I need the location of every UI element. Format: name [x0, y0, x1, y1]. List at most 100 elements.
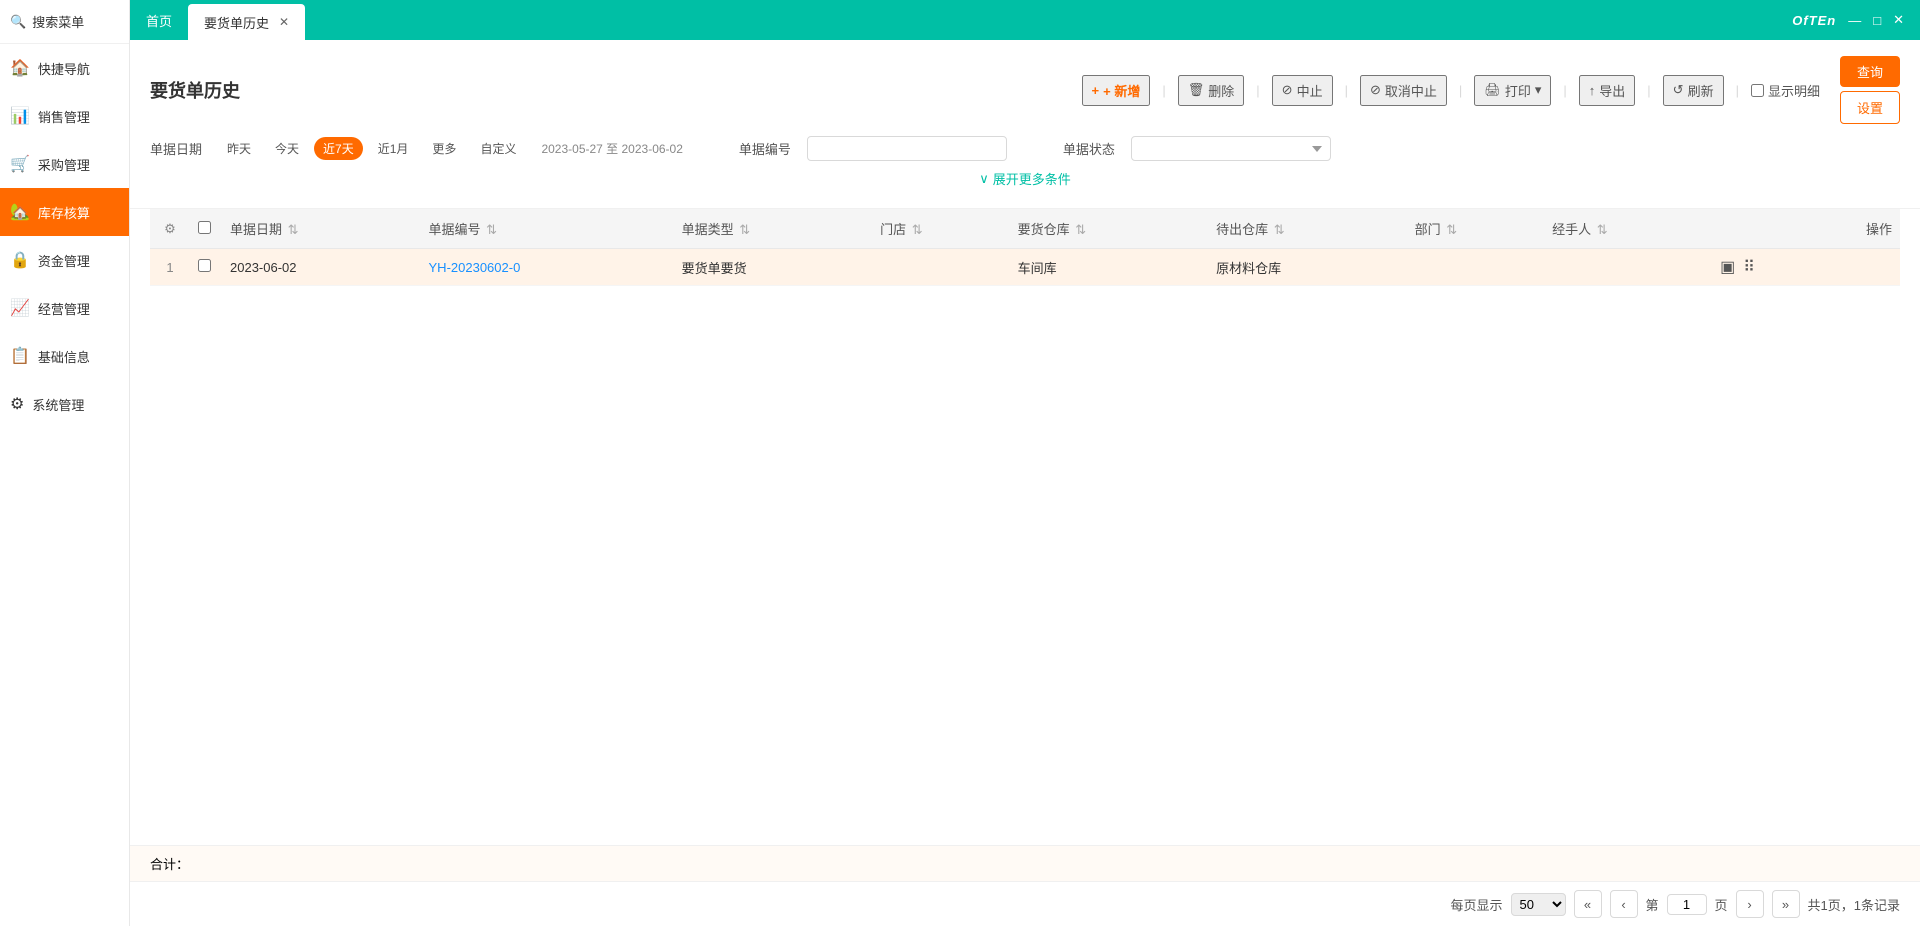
sidebar-item-label: 采购管理 — [38, 155, 90, 174]
display-detail-label: 显示明细 — [1768, 81, 1820, 100]
row-doc-type: 要货单要货 — [674, 249, 873, 286]
sidebar-item-label: 资金管理 — [38, 251, 90, 270]
store-sort-icon[interactable]: ⇅ — [912, 222, 923, 237]
filter-row-2: ∨ 展开更多条件 — [150, 169, 1900, 188]
department-sort-icon[interactable]: ⇅ — [1446, 222, 1457, 237]
sidebar-item-sales[interactable]: 📊 销售管理 — [0, 92, 129, 140]
date-filter-custom[interactable]: 自定义 — [471, 137, 525, 160]
sidebar-item-purchase[interactable]: 🛒 采购管理 — [0, 140, 129, 188]
tab-home[interactable]: 首页 — [130, 0, 188, 40]
th-date-label: 单据日期 — [230, 222, 282, 237]
query-button[interactable]: 查询 — [1840, 56, 1900, 87]
main-area: 首页 要货单历史 ✕ OfTEn — □ ✕ 要货单历史 + + 新增 | 🗑 — [130, 0, 1920, 926]
sidebar-item-label: 销售管理 — [38, 107, 90, 126]
page-number-input[interactable] — [1667, 894, 1707, 915]
date-filter-buttons: 昨天 今天 近7天 近1月 更多 自定义 — [218, 137, 525, 160]
search-menu-item[interactable]: 🔍 搜索菜单 — [0, 0, 129, 44]
th-req-warehouse-label: 要货仓库 — [1018, 222, 1070, 237]
date-filter-1month[interactable]: 近1月 — [369, 137, 418, 160]
th-handler-label: 经手人 — [1552, 222, 1591, 237]
th-req-warehouse: 要货仓库 ⇅ — [1010, 209, 1209, 249]
purchase-icon: 🛒 — [10, 154, 30, 174]
sidebar-item-system[interactable]: ⚙ 系统管理 — [0, 380, 129, 428]
maximize-button[interactable]: □ — [1873, 13, 1881, 28]
th-checkbox — [190, 209, 222, 249]
sidebar-item-operation[interactable]: 📈 经营管理 — [0, 284, 129, 332]
sidebar-item-label: 库存核算 — [38, 203, 90, 222]
handler-sort-icon[interactable]: ⇅ — [1597, 222, 1608, 237]
first-page-button[interactable]: « — [1574, 890, 1602, 918]
doc-number-label: 单据编号 — [739, 139, 791, 158]
finance-icon: 🔒 — [10, 250, 30, 270]
settings-button[interactable]: 设置 — [1840, 91, 1900, 124]
th-doc-type: 单据类型 ⇅ — [674, 209, 873, 249]
export-button[interactable]: ↑ 导出 — [1579, 75, 1636, 106]
date-filter-yesterday[interactable]: 昨天 — [218, 137, 260, 160]
sidebar-item-base-info[interactable]: 📋 基础信息 — [0, 332, 129, 380]
row-edit-icon[interactable]: ▣ — [1720, 257, 1735, 277]
table-row: 1 2023-06-02 YH-20230602-0 要货单要货 车间库 原材料… — [150, 249, 1900, 286]
table-area: ⚙ 单据日期 ⇅ 单据编号 ⇅ — [130, 209, 1920, 845]
per-page-label: 每页显示 — [1450, 895, 1502, 914]
row-more-icon[interactable]: ⠿ — [1743, 257, 1755, 277]
refresh-button[interactable]: ↺ 刷新 — [1663, 75, 1724, 106]
doc-type-sort-icon[interactable]: ⇅ — [739, 222, 750, 237]
close-window-button[interactable]: ✕ — [1893, 12, 1904, 28]
row-handler — [1544, 249, 1712, 286]
status-select[interactable] — [1131, 136, 1331, 161]
requisition-table: ⚙ 单据日期 ⇅ 单据编号 ⇅ — [150, 209, 1900, 286]
table-header-row: ⚙ 单据日期 ⇅ 单据编号 ⇅ — [150, 209, 1900, 249]
per-page-select[interactable]: 20 50 100 — [1511, 893, 1566, 916]
select-all-checkbox[interactable] — [198, 221, 211, 234]
print-button[interactable]: 🖨 打印 ▾ — [1474, 75, 1551, 106]
tab-requisition-history[interactable]: 要货单历史 ✕ — [188, 4, 305, 40]
date-sort-icon[interactable]: ⇅ — [288, 222, 299, 237]
stop-button[interactable]: ⊘ 中止 — [1272, 75, 1333, 106]
page-total-info: 共1页，1条记录 — [1808, 895, 1900, 914]
tab-home-label: 首页 — [146, 11, 172, 30]
doc-number-input[interactable] — [807, 136, 1007, 161]
th-pending-warehouse-label: 待出仓库 — [1216, 222, 1268, 237]
new-button[interactable]: + + 新增 — [1082, 75, 1151, 106]
th-settings: ⚙ — [150, 209, 190, 249]
display-detail-toggle[interactable]: 显示明细 — [1751, 81, 1820, 100]
sidebar-item-inventory[interactable]: 🏡 库存核算 — [0, 188, 129, 236]
date-filter-today[interactable]: 今天 — [266, 137, 308, 160]
tab-close-button[interactable]: ✕ — [279, 15, 289, 29]
th-doc-no: 单据编号 ⇅ — [421, 209, 674, 249]
minimize-button[interactable]: — — [1848, 13, 1861, 28]
last-page-button[interactable]: » — [1772, 890, 1800, 918]
prev-page-button[interactable]: ‹ — [1610, 890, 1638, 918]
expand-filters-button[interactable]: ∨ 展开更多条件 — [979, 169, 1071, 188]
row-num: 1 — [150, 249, 190, 286]
goto-suffix: 页 — [1715, 895, 1728, 914]
req-warehouse-sort-icon[interactable]: ⇅ — [1075, 222, 1086, 237]
goto-label: 第 — [1646, 895, 1659, 914]
th-department-label: 部门 — [1415, 222, 1441, 237]
sidebar-item-quick-nav[interactable]: 🏠 快捷导航 — [0, 44, 129, 92]
th-action-label: 操作 — [1866, 222, 1892, 237]
cancel-stop-button[interactable]: ⊘ 取消中止 — [1360, 75, 1447, 106]
sidebar-item-finance[interactable]: 🔒 资金管理 — [0, 236, 129, 284]
date-range-display: 2023-05-27 至 2023-06-02 — [541, 140, 682, 157]
new-icon: + — [1092, 83, 1100, 98]
table-settings-icon[interactable]: ⚙ — [164, 221, 176, 236]
doc-no-link[interactable]: YH-20230602-0 — [429, 260, 521, 275]
search-icon: 🔍 — [10, 14, 26, 30]
pending-warehouse-sort-icon[interactable]: ⇅ — [1274, 222, 1285, 237]
date-filter-7days[interactable]: 近7天 — [314, 137, 363, 160]
row-department — [1407, 249, 1544, 286]
delete-button[interactable]: 🗑 删除 — [1178, 75, 1245, 106]
doc-no-sort-icon[interactable]: ⇅ — [486, 222, 497, 237]
display-detail-checkbox[interactable] — [1751, 84, 1764, 97]
date-filter-more[interactable]: 更多 — [423, 137, 465, 160]
row-pending-warehouse: 原材料仓库 — [1208, 249, 1407, 286]
base-info-icon: 📋 — [10, 346, 30, 366]
next-page-button[interactable]: › — [1736, 890, 1764, 918]
row-checkbox[interactable] — [190, 249, 222, 286]
brand-label: OfTEn — [1792, 13, 1836, 28]
cancel-stop-icon: ⊘ — [1370, 82, 1381, 98]
th-doc-type-label: 单据类型 — [682, 222, 734, 237]
print-icon: 🖨 — [1484, 82, 1501, 98]
th-store-label: 门店 — [880, 222, 906, 237]
